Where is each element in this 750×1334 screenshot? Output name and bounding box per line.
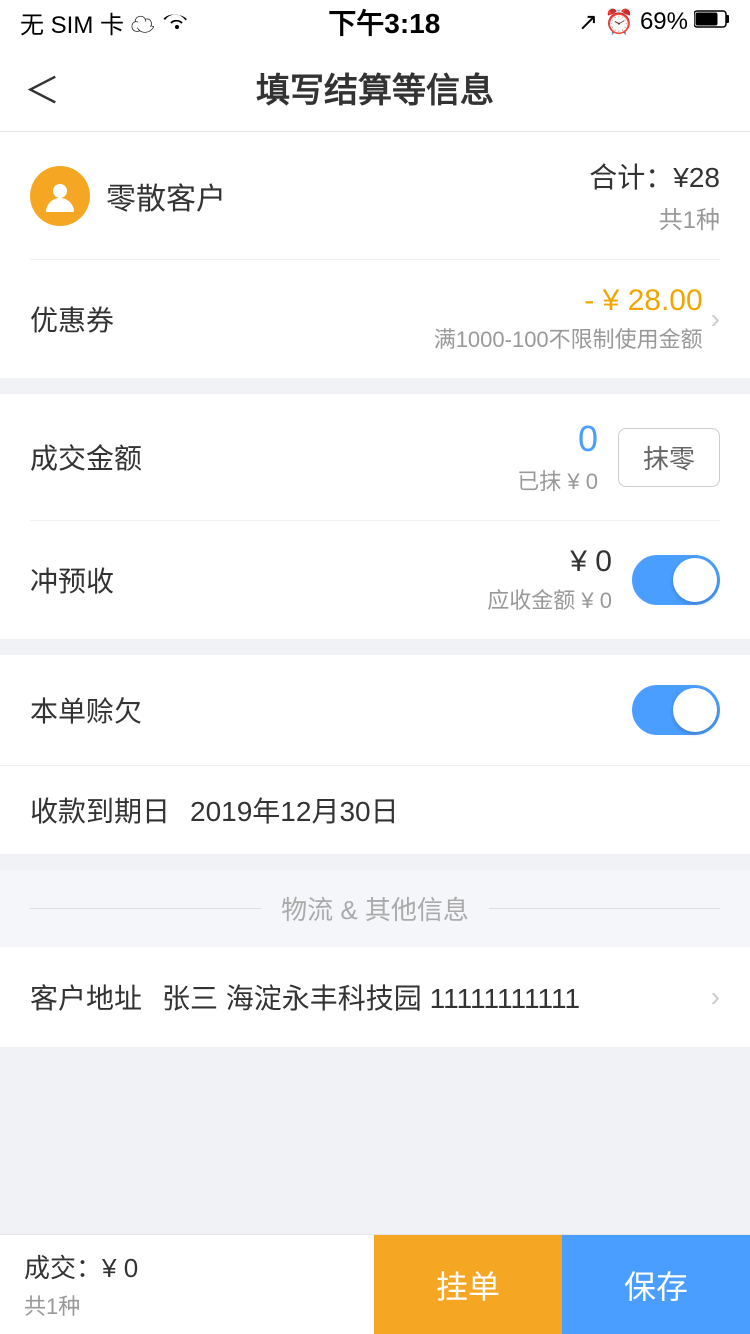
round-zero-button[interactable]: 抹零 (618, 428, 720, 487)
toggle-knob (673, 558, 717, 602)
customer-total: 合计：¥28 (589, 156, 720, 196)
coupon-info: - ¥ 28.00 满1000-100不限制使用金额 (434, 284, 703, 354)
status-right: ↗ ⏰ 69% (578, 8, 730, 37)
deal-amount-label: 成交金额 (30, 437, 142, 477)
debt-row: 本单赊欠 (0, 655, 750, 765)
prepay-amount: ¥ 0 (487, 545, 612, 579)
customer-avatar (30, 166, 90, 226)
prepay-row: 冲预收 ¥ 0 应收金额 ¥ 0 (30, 521, 720, 639)
no-sim-label: 无 SIM 卡 ☁ (20, 5, 155, 40)
address-row[interactable]: 客户地址 张三 海淀永丰科技园 11111111111 › (0, 947, 750, 1047)
customer-right: 合计：¥28 共1种 (589, 156, 720, 235)
bottom-deal-label: 成交：¥ 0 (24, 1248, 350, 1285)
wifi-icon (163, 8, 191, 36)
logistics-label: 物流 & 其他信息 (281, 890, 469, 927)
bottom-count: 共1种 (24, 1289, 350, 1321)
customer-section: 零散客户 合计：¥28 共1种 优惠券 - ¥ 28.00 满1000-100不… (0, 132, 750, 378)
deal-section: 成交金额 0 已抹 ¥ 0 抹零 冲预收 ¥ 0 应收金额 ¥ 0 (0, 394, 750, 639)
customer-name: 零散客户 (106, 174, 226, 218)
address-chevron-icon: › (711, 981, 720, 1013)
coupon-row[interactable]: 优惠券 - ¥ 28.00 满1000-100不限制使用金额 › (0, 260, 750, 378)
coupon-right: - ¥ 28.00 满1000-100不限制使用金额 › (434, 284, 720, 354)
battery-icon (694, 8, 730, 36)
deal-amount-sub: 已抹 ¥ 0 (517, 464, 598, 496)
coupon-chevron-icon: › (711, 303, 720, 335)
logistics-line-left (30, 908, 261, 909)
alarm-icon: ⏰ (604, 8, 634, 37)
address-value: 张三 海淀永丰科技园 11111111111 (162, 977, 711, 1017)
logistics-header: 物流 & 其他信息 (0, 870, 750, 947)
prepay-toggle[interactable] (632, 555, 720, 605)
debt-section: 本单赊欠 收款到期日 2019年12月30日 (0, 655, 750, 854)
due-date-value: 2019年12月30日 (190, 790, 399, 830)
save-button[interactable]: 保存 (562, 1235, 750, 1334)
deal-amount-row: 成交金额 0 已抹 ¥ 0 抹零 (30, 394, 720, 521)
bottom-bar: 成交：¥ 0 共1种 挂单 保存 (0, 1234, 750, 1334)
back-button[interactable]: ＜ (24, 62, 60, 114)
debt-toggle-knob (673, 688, 717, 732)
main-content: 零散客户 合计：¥28 共1种 优惠券 - ¥ 28.00 满1000-100不… (0, 132, 750, 1157)
coupon-desc: 满1000-100不限制使用金额 (434, 322, 703, 354)
status-left: 无 SIM 卡 ☁ (20, 5, 191, 40)
due-date-label: 收款到期日 (30, 790, 170, 830)
customer-row[interactable]: 零散客户 合计：¥28 共1种 (0, 132, 750, 259)
deal-amount-right: 0 已抹 ¥ 0 抹零 (517, 418, 720, 496)
coupon-label: 优惠券 (30, 299, 114, 339)
prepay-sub: 应收金额 ¥ 0 (487, 583, 612, 615)
status-time: 下午3:18 (328, 2, 440, 42)
page-title: 填写结算等信息 (256, 63, 494, 112)
hang-order-button[interactable]: 挂单 (374, 1235, 562, 1334)
due-date-row: 收款到期日 2019年12月30日 (0, 765, 750, 854)
battery-label: 69% (640, 8, 688, 36)
prepay-right: ¥ 0 应收金额 ¥ 0 (487, 545, 720, 615)
prepay-label: 冲预收 (30, 560, 114, 600)
bottom-info: 成交：¥ 0 共1种 (0, 1235, 374, 1334)
logistics-line-right (489, 908, 720, 909)
nav-bar: ＜ 填写结算等信息 (0, 44, 750, 132)
debt-toggle[interactable] (632, 685, 720, 735)
status-bar: 无 SIM 卡 ☁ 下午3:18 ↗ ⏰ 69% (0, 0, 750, 44)
prepay-value-wrap: ¥ 0 应收金额 ¥ 0 (487, 545, 612, 615)
coupon-amount: - ¥ 28.00 (434, 284, 703, 318)
location-icon: ↗ (578, 8, 598, 37)
address-section: 客户地址 张三 海淀永丰科技园 11111111111 › (0, 947, 750, 1047)
deal-amount-value: 0 (517, 418, 598, 460)
address-label: 客户地址 (30, 977, 142, 1017)
deal-value-wrap: 0 已抹 ¥ 0 (517, 418, 598, 496)
debt-label: 本单赊欠 (30, 690, 142, 730)
customer-left: 零散客户 (30, 166, 226, 226)
customer-count: 共1种 (589, 200, 720, 235)
